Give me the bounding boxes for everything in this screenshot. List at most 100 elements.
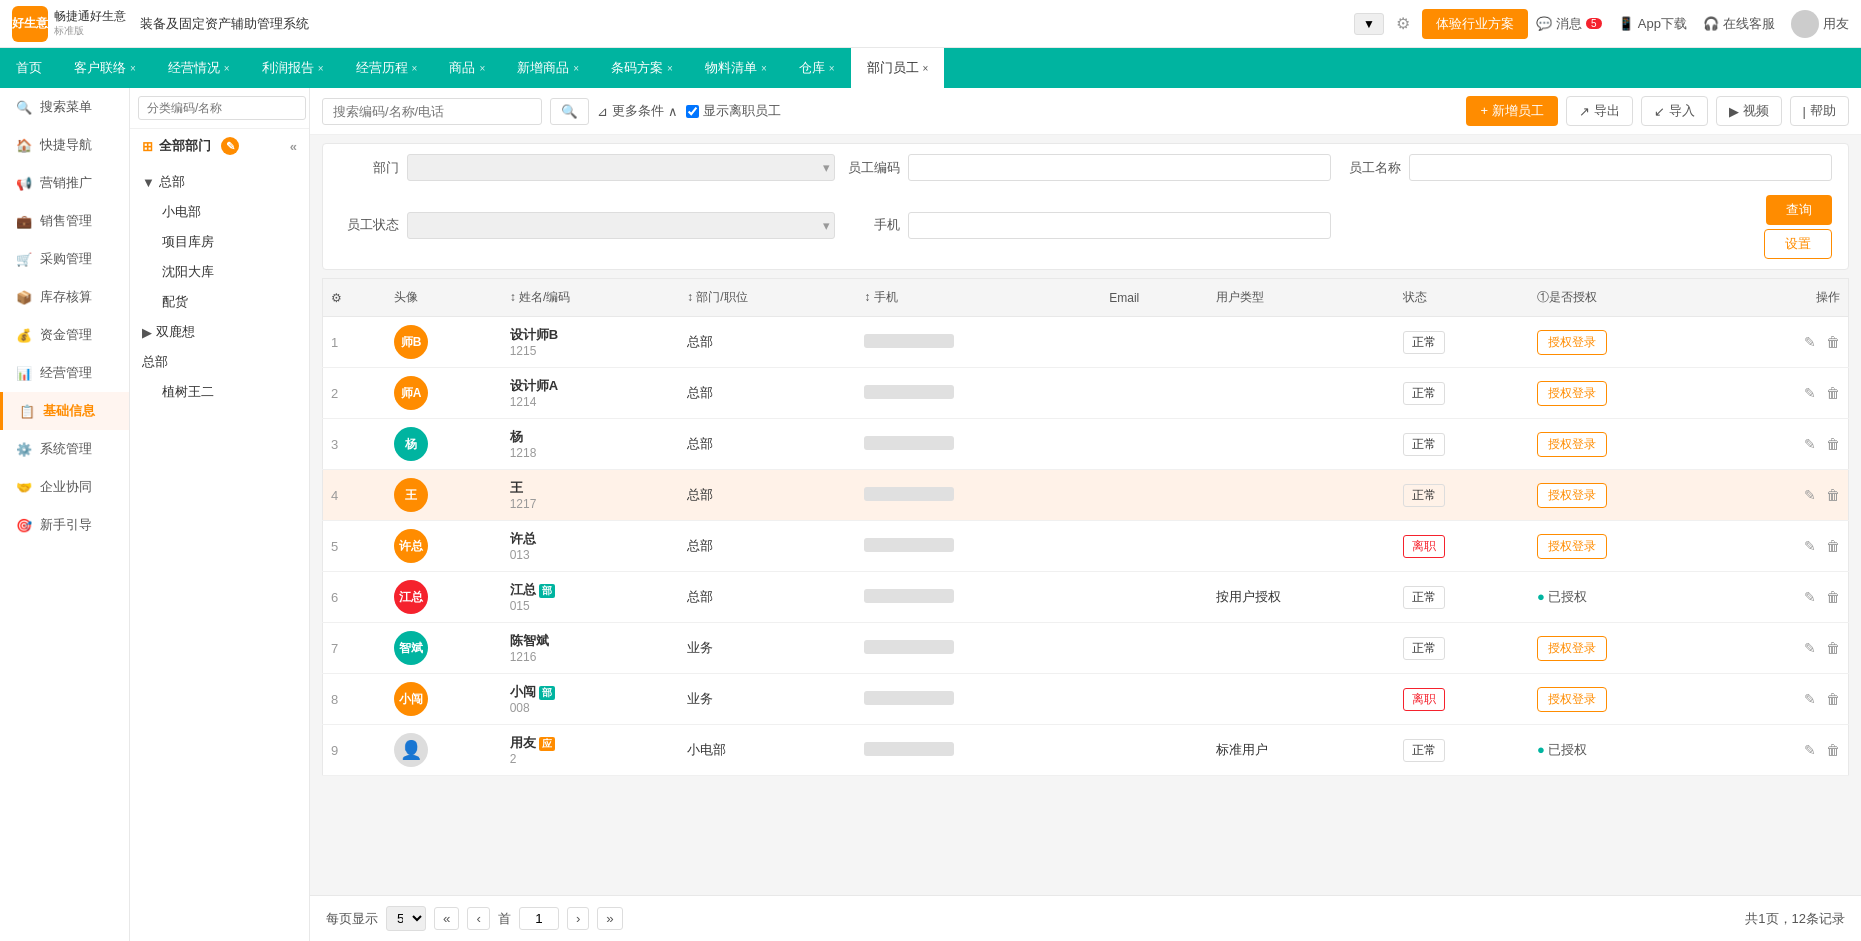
help-button[interactable]: | 帮助 xyxy=(1790,96,1849,126)
edit-icon[interactable]: ✎ xyxy=(1804,385,1816,401)
delete-icon[interactable]: 🗑 xyxy=(1826,691,1840,707)
navtab-close-icon[interactable]: × xyxy=(923,63,929,74)
navtab-close-icon[interactable]: × xyxy=(318,63,324,74)
prev-page-button[interactable]: ‹ xyxy=(467,907,489,930)
auth-login-button[interactable]: 授权登录 xyxy=(1537,534,1607,559)
phone-input[interactable] xyxy=(908,212,1331,239)
search-input[interactable] xyxy=(322,98,542,125)
system-dropdown[interactable]: ▼ xyxy=(1354,13,1384,35)
delete-icon[interactable]: 🗑 xyxy=(1826,742,1840,758)
delete-icon[interactable]: 🗑 xyxy=(1826,640,1840,656)
auth-login-button[interactable]: 授权登录 xyxy=(1537,483,1607,508)
auth-login-button[interactable]: 授权登录 xyxy=(1537,687,1607,712)
navtab-仓库[interactable]: 仓库 × xyxy=(783,48,851,88)
navtab-物料清单[interactable]: 物料清单 × xyxy=(689,48,783,88)
search-button[interactable]: 🔍 xyxy=(550,98,589,125)
dept-edit-icon[interactable]: ✎ xyxy=(221,137,239,155)
sidebar-item-sales[interactable]: 💼销售管理 xyxy=(0,202,129,240)
trial-button[interactable]: 体验行业方案 xyxy=(1422,9,1528,39)
auth-login-button[interactable]: 授权登录 xyxy=(1537,381,1607,406)
dept-select[interactable] xyxy=(407,154,835,181)
sidebar-item-inventory[interactable]: 📦库存核算 xyxy=(0,278,129,316)
navtab-close-icon[interactable]: × xyxy=(667,63,673,74)
gear-icon[interactable]: ⚙ xyxy=(1396,14,1410,33)
dept-node-projectroom[interactable]: 项目库房 xyxy=(130,227,309,257)
navtab-条码方案[interactable]: 条码方案 × xyxy=(595,48,689,88)
online-support-button[interactable]: 🎧 在线客服 xyxy=(1703,15,1775,33)
delete-icon[interactable]: 🗑 xyxy=(1826,334,1840,350)
export-button[interactable]: ↗ 导出 xyxy=(1566,96,1633,126)
edit-icon[interactable]: ✎ xyxy=(1804,487,1816,503)
next-page-button[interactable]: › xyxy=(567,907,589,930)
dept-node-xiaodianbv[interactable]: 小电部 xyxy=(130,197,309,227)
navtab-close-icon[interactable]: × xyxy=(761,63,767,74)
dept-node-zongbu-expand[interactable]: ▼ 总部 xyxy=(130,167,309,197)
edit-icon[interactable]: ✎ xyxy=(1804,640,1816,656)
show-resigned-label[interactable]: 显示离职员工 xyxy=(686,102,781,120)
add-employee-button[interactable]: + 新增员工 xyxy=(1466,96,1557,126)
navtab-close-icon[interactable]: × xyxy=(829,63,835,74)
th-phone[interactable]: ↕ 手机 xyxy=(856,279,1101,317)
dept-collapse-button[interactable]: « xyxy=(290,139,297,154)
navtab-部门员工[interactable]: 部门员工 × xyxy=(851,48,945,88)
sidebar-item-basic-info[interactable]: 📋基础信息 xyxy=(0,392,129,430)
page-number-input[interactable] xyxy=(519,907,559,930)
navtab-close-icon[interactable]: × xyxy=(412,63,418,74)
app-download-button[interactable]: 📱 App下载 xyxy=(1618,15,1687,33)
sidebar-item-operations[interactable]: 📊经营管理 xyxy=(0,354,129,392)
dept-node-shenyang[interactable]: 沈阳大库 xyxy=(130,257,309,287)
sidebar-item-corp[interactable]: 🤝企业协同 xyxy=(0,468,129,506)
dept-node-zhishu[interactable]: 植树王二 xyxy=(130,377,309,407)
auth-login-button[interactable]: 授权登录 xyxy=(1537,330,1607,355)
sidebar-item-guide[interactable]: 🎯新手引导 xyxy=(0,506,129,544)
sidebar-item-finance[interactable]: 💰资金管理 xyxy=(0,316,129,354)
edit-icon[interactable]: ✎ xyxy=(1804,589,1816,605)
delete-icon[interactable]: 🗑 xyxy=(1826,487,1840,503)
sidebar-item-system[interactable]: ⚙️系统管理 xyxy=(0,430,129,468)
dept-node-peihuo[interactable]: 配货 xyxy=(130,287,309,317)
first-page-button[interactable]: « xyxy=(434,907,459,930)
navtab-close-icon[interactable]: × xyxy=(479,63,485,74)
messages-button[interactable]: 💬 消息 5 xyxy=(1536,15,1602,33)
navtab-商品[interactable]: 商品 × xyxy=(433,48,501,88)
navtab-客户联络[interactable]: 客户联络 × xyxy=(58,48,152,88)
th-name[interactable]: ↕ 姓名/编码 xyxy=(502,279,679,317)
status-select[interactable] xyxy=(407,212,835,239)
edit-icon[interactable]: ✎ xyxy=(1804,691,1816,707)
navtab-close-icon[interactable]: × xyxy=(224,63,230,74)
sidebar-item-purchase[interactable]: 🛒采购管理 xyxy=(0,240,129,278)
last-page-button[interactable]: » xyxy=(597,907,622,930)
navtab-经营历程[interactable]: 经营历程 × xyxy=(340,48,434,88)
navtab-利润报告[interactable]: 利润报告 × xyxy=(246,48,340,88)
auth-login-button[interactable]: 授权登录 xyxy=(1537,432,1607,457)
show-resigned-checkbox[interactable] xyxy=(686,105,699,118)
dept-node-zongbu2[interactable]: 总部 xyxy=(130,347,309,377)
navtab-close-icon[interactable]: × xyxy=(130,63,136,74)
view-button[interactable]: ▶ 视频 xyxy=(1716,96,1782,126)
edit-icon[interactable]: ✎ xyxy=(1804,436,1816,452)
more-filters-button[interactable]: ⊿ 更多条件 ∧ xyxy=(597,102,678,120)
th-dept[interactable]: ↕ 部门/职位 xyxy=(679,279,856,317)
navtab-新增商品[interactable]: 新增商品 × xyxy=(501,48,595,88)
edit-icon[interactable]: ✎ xyxy=(1804,334,1816,350)
edit-icon[interactable]: ✎ xyxy=(1804,538,1816,554)
th-settings[interactable]: ⚙ xyxy=(323,279,387,317)
delete-icon[interactable]: 🗑 xyxy=(1826,589,1840,605)
reset-button[interactable]: 设置 xyxy=(1764,229,1832,259)
per-page-select[interactable]: 50 100 xyxy=(386,906,426,931)
navtab-经营情况[interactable]: 经营情况 × xyxy=(152,48,246,88)
sidebar-item-quick-nav[interactable]: 🏠快捷导航 xyxy=(0,126,129,164)
import-button[interactable]: ↙ 导入 xyxy=(1641,96,1708,126)
navtab-close-icon[interactable]: × xyxy=(573,63,579,74)
sidebar-item-marketing[interactable]: 📢营销推广 xyxy=(0,164,129,202)
sidebar-item-search-menu[interactable]: 🔍搜索菜单 xyxy=(0,88,129,126)
delete-icon[interactable]: 🗑 xyxy=(1826,385,1840,401)
edit-icon[interactable]: ✎ xyxy=(1804,742,1816,758)
user-menu[interactable]: 用友 xyxy=(1791,10,1849,38)
query-button[interactable]: 查询 xyxy=(1766,195,1832,225)
navtab-首页[interactable]: 首页 xyxy=(0,48,58,88)
auth-login-button[interactable]: 授权登录 xyxy=(1537,636,1607,661)
dept-node-shuanglu[interactable]: ▶ 双鹿想 xyxy=(130,317,309,347)
delete-icon[interactable]: 🗑 xyxy=(1826,436,1840,452)
dept-search-input[interactable] xyxy=(138,96,306,120)
